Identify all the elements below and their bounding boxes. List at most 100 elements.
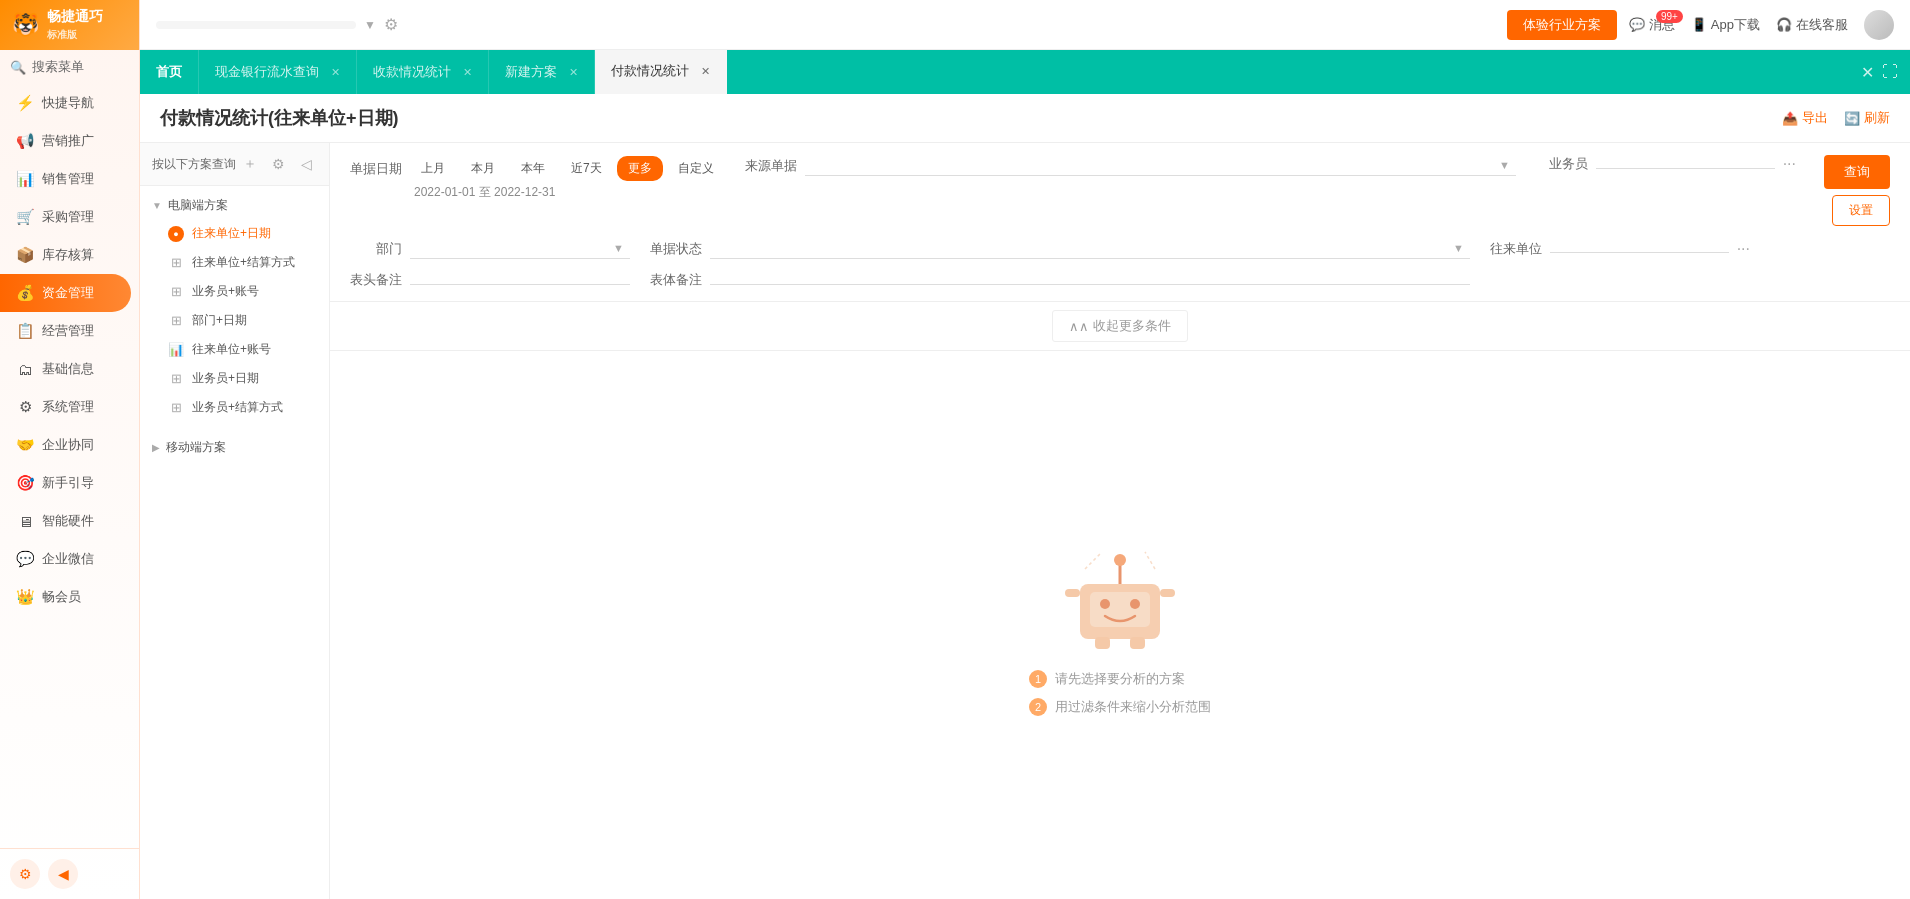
address-bar[interactable] bbox=[156, 21, 356, 29]
tab-new-scheme-label: 新建方案 bbox=[505, 63, 557, 81]
settings-btn[interactable]: 设置 bbox=[1832, 195, 1890, 226]
doc-status-arrow-icon: ▼ bbox=[1453, 242, 1464, 254]
partner-input[interactable] bbox=[1550, 244, 1729, 253]
scheme-add-btn[interactable]: ＋ bbox=[239, 153, 261, 175]
scheme-item-salesman-account[interactable]: ⊞ 业务员+账号 bbox=[140, 277, 329, 306]
sidebar-item-label: 快捷导航 bbox=[42, 94, 94, 112]
sidebar-item-sales[interactable]: 📊 销售管理 bbox=[0, 160, 139, 198]
tab-bank-flow[interactable]: 现金银行流水查询 ✕ bbox=[199, 50, 357, 94]
scheme-item-partner-settle[interactable]: ⊞ 往来单位+结算方式 bbox=[140, 248, 329, 277]
sidebar-item-label: 智能硬件 bbox=[42, 512, 94, 530]
user-avatar[interactable] bbox=[1864, 10, 1894, 40]
salesman-date-icon: ⊞ bbox=[168, 371, 184, 387]
date-buttons-row: 上月 本月 本年 近7天 更多 自定义 bbox=[410, 155, 725, 182]
sidebar-item-enterprise[interactable]: 🤝 企业协同 bbox=[0, 426, 139, 464]
date-this-month-btn[interactable]: 本月 bbox=[460, 155, 506, 182]
app-download-btn[interactable]: 📱 App下载 bbox=[1691, 16, 1760, 34]
page-title: 付款情况统计(往来单位+日期) bbox=[160, 106, 399, 130]
scheme-item-partner-date[interactable]: ● 往来单位+日期 bbox=[140, 219, 329, 248]
scheme-item-salesman-date[interactable]: ⊞ 业务员+日期 bbox=[140, 364, 329, 393]
collapse-btn[interactable]: ∧∧ 收起更多条件 bbox=[1052, 310, 1188, 342]
sidebar-item-label: 新手引导 bbox=[42, 474, 94, 492]
app-icon: 📱 bbox=[1691, 17, 1707, 32]
empty-hints: 1 请先选择要分析的方案 2 用过滤条件来缩小分析范围 bbox=[1029, 670, 1211, 716]
scheme-panel-header: 按以下方案查询 ＋ ⚙ ◁ bbox=[140, 143, 329, 186]
sidebar-item-finance[interactable]: 💰 资金管理 bbox=[0, 274, 131, 312]
tab-maximize-btn[interactable]: ⛶ bbox=[1882, 63, 1898, 81]
export-btn[interactable]: 📤 导出 bbox=[1782, 109, 1828, 127]
dept-date-icon: ⊞ bbox=[168, 313, 184, 329]
empty-hint-2: 2 用过滤条件来缩小分析范围 bbox=[1029, 698, 1211, 716]
salesperson-label: 业务员 bbox=[1536, 155, 1588, 173]
message-btn[interactable]: 💬 消息 99+ bbox=[1629, 16, 1675, 34]
date-last-month-btn[interactable]: 上月 bbox=[410, 155, 456, 182]
date-this-year-btn[interactable]: 本年 bbox=[510, 155, 556, 182]
scheme-settings-btn[interactable]: ⚙ bbox=[267, 153, 289, 175]
dept-select[interactable]: ▼ bbox=[410, 238, 630, 259]
body-notes-input[interactable] bbox=[710, 276, 1470, 285]
sidebar-item-inventory[interactable]: 📦 库存核算 bbox=[0, 236, 139, 274]
sidebar-item-operation[interactable]: 📋 经营管理 bbox=[0, 312, 139, 350]
refresh-btn[interactable]: 🔄 刷新 bbox=[1844, 109, 1890, 127]
sidebar-search[interactable]: 🔍 搜索菜单 bbox=[0, 50, 139, 84]
header-notes-input[interactable] bbox=[410, 276, 630, 285]
tab-new-scheme[interactable]: 新建方案 ✕ bbox=[489, 50, 595, 94]
topbar-settings-icon[interactable]: ⚙ bbox=[384, 15, 398, 34]
sidebar-settings-btn[interactable]: ⚙ bbox=[10, 859, 40, 889]
scheme-group-mobile-header[interactable]: ▶ 移动端方案 bbox=[140, 434, 329, 461]
mobile-group-label: 移动端方案 bbox=[166, 439, 226, 456]
source-doc-select[interactable]: ▼ bbox=[805, 155, 1516, 176]
empty-illustration bbox=[1060, 534, 1180, 654]
tab-home[interactable]: 首页 bbox=[140, 50, 199, 94]
svg-rect-7 bbox=[1160, 589, 1175, 597]
scheme-group-desktop-header[interactable]: ▼ 电脑端方案 bbox=[140, 192, 329, 219]
sidebar-item-marketing[interactable]: 📢 营销推广 bbox=[0, 122, 139, 160]
sidebar-item-label: 基础信息 bbox=[42, 360, 94, 378]
salesperson-input[interactable] bbox=[1596, 160, 1775, 169]
wechat-icon: 💬 bbox=[16, 550, 34, 568]
tab-receipt-stats-close[interactable]: ✕ bbox=[463, 66, 472, 79]
sidebar-item-purchase[interactable]: 🛒 采购管理 bbox=[0, 198, 139, 236]
doc-status-select[interactable]: ▼ bbox=[710, 238, 1470, 259]
scheme-collapse-panel-btn[interactable]: ◁ bbox=[295, 153, 317, 175]
partner-settle-icon: ⊞ bbox=[168, 255, 184, 271]
tab-new-scheme-close[interactable]: ✕ bbox=[569, 66, 578, 79]
tab-receipt-stats[interactable]: 收款情况统计 ✕ bbox=[357, 50, 489, 94]
refresh-label: 刷新 bbox=[1864, 109, 1890, 127]
tabbar: 首页 现金银行流水查询 ✕ 收款情况统计 ✕ 新建方案 ✕ 付款情况统计 ✕ ✕… bbox=[140, 50, 1910, 94]
sidebar-item-quick-nav[interactable]: ⚡ 快捷导航 bbox=[0, 84, 139, 122]
salesperson-dots-btn[interactable]: ··· bbox=[1783, 155, 1796, 173]
sidebar-item-basic-info[interactable]: 🗂 基础信息 bbox=[0, 350, 139, 388]
scheme-item-label: 往来单位+结算方式 bbox=[192, 254, 295, 271]
sidebar-item-label: 采购管理 bbox=[42, 208, 94, 226]
partner-dots-btn[interactable]: ··· bbox=[1737, 240, 1750, 258]
tab-close-all-btn[interactable]: ✕ bbox=[1861, 63, 1874, 82]
sidebar-item-system[interactable]: ⚙ 系统管理 bbox=[0, 388, 139, 426]
scheme-item-label: 往来单位+账号 bbox=[192, 341, 271, 358]
query-btn[interactable]: 查询 bbox=[1824, 155, 1890, 189]
tab-payment-stats-close[interactable]: ✕ bbox=[701, 65, 710, 78]
sidebar-item-hardware[interactable]: 🖥 智能硬件 bbox=[0, 502, 139, 540]
svg-point-2 bbox=[1100, 599, 1110, 609]
scheme-header-label: 按以下方案查询 bbox=[152, 156, 236, 173]
export-icon: 📤 bbox=[1782, 111, 1798, 126]
scheme-item-partner-account[interactable]: 📊 往来单位+账号 bbox=[140, 335, 329, 364]
service-btn[interactable]: 🎧 在线客服 bbox=[1776, 16, 1848, 34]
scheme-item-salesman-settle[interactable]: ⊞ 业务员+结算方式 bbox=[140, 393, 329, 422]
tab-bank-flow-close[interactable]: ✕ bbox=[331, 66, 340, 79]
sidebar-item-guide[interactable]: 🎯 新手引导 bbox=[0, 464, 139, 502]
body-notes-label: 表体备注 bbox=[650, 271, 702, 289]
date-custom-btn[interactable]: 自定义 bbox=[667, 155, 725, 182]
industry-btn[interactable]: 体验行业方案 bbox=[1507, 10, 1617, 40]
sidebar-item-wechat[interactable]: 💬 企业微信 bbox=[0, 540, 139, 578]
scheme-item-dept-date[interactable]: ⊞ 部门+日期 bbox=[140, 306, 329, 335]
tab-payment-stats[interactable]: 付款情况统计 ✕ bbox=[595, 50, 727, 94]
sidebar-collapse-btn[interactable]: ◀ bbox=[48, 859, 78, 889]
date-more-btn[interactable]: 更多 bbox=[617, 156, 663, 181]
sidebar-logo-name: 畅捷通巧 bbox=[47, 8, 103, 26]
sidebar-item-label: 畅会员 bbox=[42, 588, 81, 606]
basic-info-icon: 🗂 bbox=[16, 360, 34, 378]
topbar-dropdown-icon[interactable]: ▼ bbox=[364, 18, 376, 32]
sidebar-item-member[interactable]: 👑 畅会员 bbox=[0, 578, 139, 616]
date-last7-btn[interactable]: 近7天 bbox=[560, 155, 613, 182]
